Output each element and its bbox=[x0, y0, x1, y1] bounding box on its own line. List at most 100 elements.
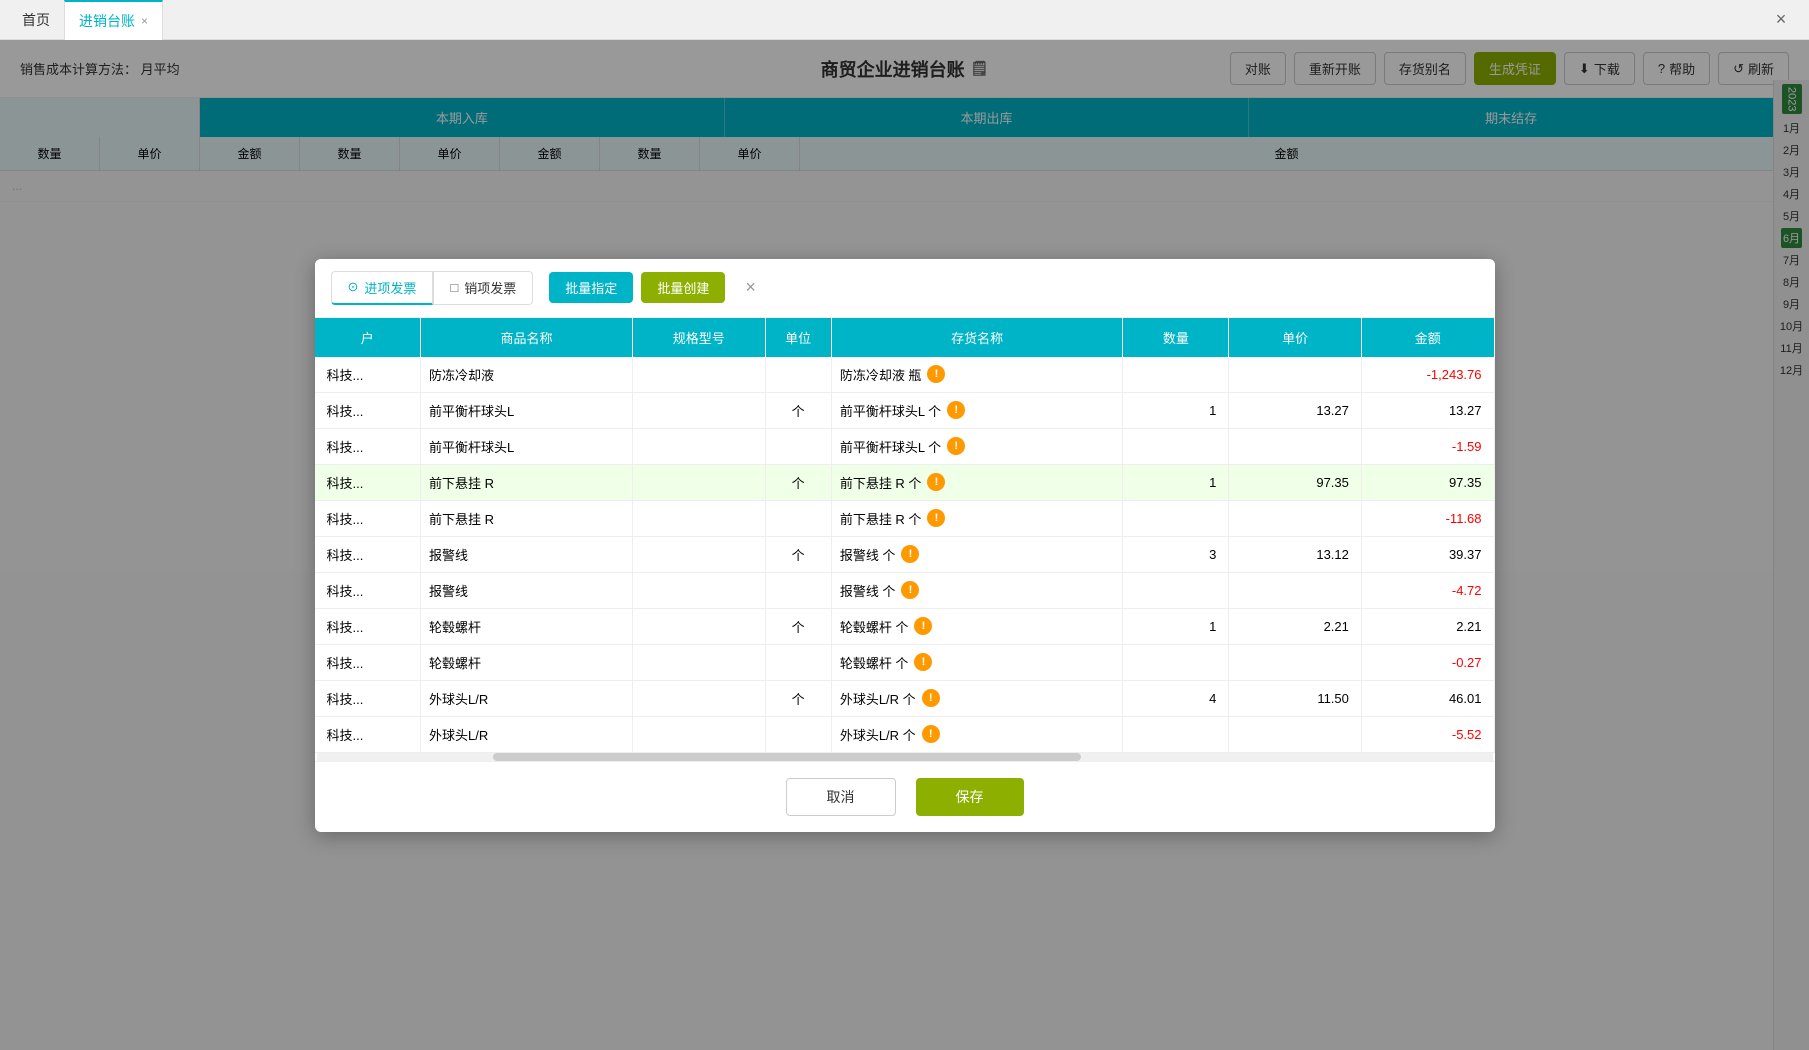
modal-action-buttons: 批量指定 批量创建 bbox=[549, 272, 725, 303]
th-col7: 单价 bbox=[1229, 318, 1362, 357]
company-col: 科技... bbox=[315, 536, 421, 572]
spec-col bbox=[633, 500, 766, 536]
modal-dialog: ⊙ 进项发票 □ 销项发票 批量指定 批量创建 × bbox=[315, 259, 1495, 832]
warning-icon: ! bbox=[927, 509, 945, 527]
stock-name-text: 外球头L/R 个 bbox=[840, 725, 916, 744]
stock-name-text: 前平衡杆球头L 个 bbox=[840, 437, 941, 456]
qty-col: 4 bbox=[1123, 680, 1229, 716]
company-col: 科技... bbox=[315, 500, 421, 536]
company-col: 科技... bbox=[315, 428, 421, 464]
qty-col bbox=[1123, 716, 1229, 752]
th-col6: 数量 bbox=[1123, 318, 1229, 357]
product-name-col: 前下悬挂 R bbox=[421, 464, 633, 500]
tab-home[interactable]: 首页 bbox=[8, 0, 64, 40]
warning-icon: ! bbox=[927, 365, 945, 383]
spec-col bbox=[633, 572, 766, 608]
warning-icon: ! bbox=[922, 689, 940, 707]
amount-col: -4.72 bbox=[1361, 572, 1494, 608]
unit-col bbox=[765, 716, 831, 752]
product-name-col: 报警线 bbox=[421, 572, 633, 608]
unit-col: 个 bbox=[765, 680, 831, 716]
modal-tabs: ⊙ 进项发票 □ 销项发票 bbox=[331, 271, 534, 305]
invoice-table: 户 商品名称 规格型号 单位 存货名称 数量 单价 金额 科技...防冻冷却液 … bbox=[315, 318, 1495, 753]
warning-icon: ! bbox=[947, 401, 965, 419]
unit-price-col: 2.21 bbox=[1229, 608, 1362, 644]
qty-col bbox=[1123, 357, 1229, 393]
modal-header: ⊙ 进项发票 □ 销项发票 批量指定 批量创建 × bbox=[315, 259, 1495, 318]
tab-bar: 首页 进销台账 × × bbox=[0, 0, 1809, 40]
table-row: 科技...前下悬挂 R个 前下悬挂 R 个 ! 197.3597.35 bbox=[315, 464, 1495, 500]
tab-inbound-invoice[interactable]: ⊙ 进项发票 bbox=[331, 271, 434, 305]
unit-price-col bbox=[1229, 500, 1362, 536]
spec-col bbox=[633, 464, 766, 500]
stock-name-text: 前下悬挂 R 个 bbox=[840, 473, 922, 492]
modal-footer: 取消 保存 bbox=[315, 761, 1495, 832]
amount-col: -1,243.76 bbox=[1361, 357, 1494, 393]
stock-col: 报警线 个 ! bbox=[831, 572, 1123, 608]
amount-col: 13.27 bbox=[1361, 392, 1494, 428]
batch-create-button[interactable]: 批量创建 bbox=[641, 272, 725, 303]
tab-close-icon[interactable]: × bbox=[141, 14, 148, 28]
company-col: 科技... bbox=[315, 572, 421, 608]
modal-overlay: ⊙ 进项发票 □ 销项发票 批量指定 批量创建 × bbox=[0, 40, 1809, 1050]
tab-outbound-invoice[interactable]: □ 销项发票 bbox=[433, 271, 533, 305]
window-close-button[interactable]: × bbox=[1761, 0, 1801, 40]
table-row: 科技...前平衡杆球头L个 前平衡杆球头L 个 ! 113.2713.27 bbox=[315, 392, 1495, 428]
table-row: 科技...轮毂螺杆个 轮毂螺杆 个 ! 12.212.21 bbox=[315, 608, 1495, 644]
unit-col bbox=[765, 644, 831, 680]
company-col: 科技... bbox=[315, 357, 421, 393]
product-name-col: 前平衡杆球头L bbox=[421, 392, 633, 428]
cancel-button[interactable]: 取消 bbox=[786, 778, 896, 816]
qty-col: 1 bbox=[1123, 464, 1229, 500]
modal-scrollbar[interactable] bbox=[317, 753, 1493, 761]
unit-price-col: 13.12 bbox=[1229, 536, 1362, 572]
stock-col: 前平衡杆球头L 个 ! bbox=[831, 428, 1123, 464]
stock-name-text: 前平衡杆球头L 个 bbox=[840, 401, 941, 420]
spec-col bbox=[633, 680, 766, 716]
spec-col bbox=[633, 392, 766, 428]
stock-col: 轮毂螺杆 个 ! bbox=[831, 644, 1123, 680]
th-col4: 单位 bbox=[765, 318, 831, 357]
company-col: 科技... bbox=[315, 644, 421, 680]
stock-col: 前平衡杆球头L 个 ! bbox=[831, 392, 1123, 428]
spec-col bbox=[633, 608, 766, 644]
th-col8: 金额 bbox=[1361, 318, 1494, 357]
table-row: 科技...轮毂螺杆 轮毂螺杆 个 ! -0.27 bbox=[315, 644, 1495, 680]
save-button[interactable]: 保存 bbox=[916, 778, 1024, 816]
batch-assign-button[interactable]: 批量指定 bbox=[549, 272, 633, 303]
amount-col: 39.37 bbox=[1361, 536, 1494, 572]
th-col3: 规格型号 bbox=[633, 318, 766, 357]
th-col2: 商品名称 bbox=[421, 318, 633, 357]
th-col1: 户 bbox=[315, 318, 421, 357]
table-row: 科技...外球头L/R个 外球头L/R 个 ! 411.5046.01 bbox=[315, 680, 1495, 716]
amount-col: -1.59 bbox=[1361, 428, 1494, 464]
stock-col: 轮毂螺杆 个 ! bbox=[831, 608, 1123, 644]
tab-active[interactable]: 进销台账 × bbox=[64, 0, 163, 40]
tab-home-label: 首页 bbox=[22, 10, 50, 30]
warning-icon: ! bbox=[947, 437, 965, 455]
unit-col bbox=[765, 357, 831, 393]
amount-col: 46.01 bbox=[1361, 680, 1494, 716]
unit-price-col: 13.27 bbox=[1229, 392, 1362, 428]
amount-col: -5.52 bbox=[1361, 716, 1494, 752]
qty-col bbox=[1123, 572, 1229, 608]
unit-price-col bbox=[1229, 428, 1362, 464]
table-row: 科技...报警线 报警线 个 ! -4.72 bbox=[315, 572, 1495, 608]
warning-icon: ! bbox=[914, 653, 932, 671]
modal-close-button[interactable]: × bbox=[745, 277, 756, 298]
company-col: 科技... bbox=[315, 392, 421, 428]
qty-col bbox=[1123, 644, 1229, 680]
spec-col bbox=[633, 536, 766, 572]
unit-price-col bbox=[1229, 716, 1362, 752]
unit-price-col bbox=[1229, 357, 1362, 393]
qty-col bbox=[1123, 500, 1229, 536]
warning-icon: ! bbox=[901, 581, 919, 599]
table-row: 科技...外球头L/R 外球头L/R 个 ! -5.52 bbox=[315, 716, 1495, 752]
company-col: 科技... bbox=[315, 464, 421, 500]
product-name-col: 报警线 bbox=[421, 536, 633, 572]
tab1-icon: ⊙ bbox=[348, 279, 359, 295]
stock-col: 前下悬挂 R 个 ! bbox=[831, 464, 1123, 500]
warning-icon: ! bbox=[901, 545, 919, 563]
main-area: 销售成本计算方法： 月平均 商贸企业进销台账 🗒 对账 重新开账 存货别名 生成… bbox=[0, 40, 1809, 1050]
tab2-label: 销项发票 bbox=[464, 278, 516, 297]
